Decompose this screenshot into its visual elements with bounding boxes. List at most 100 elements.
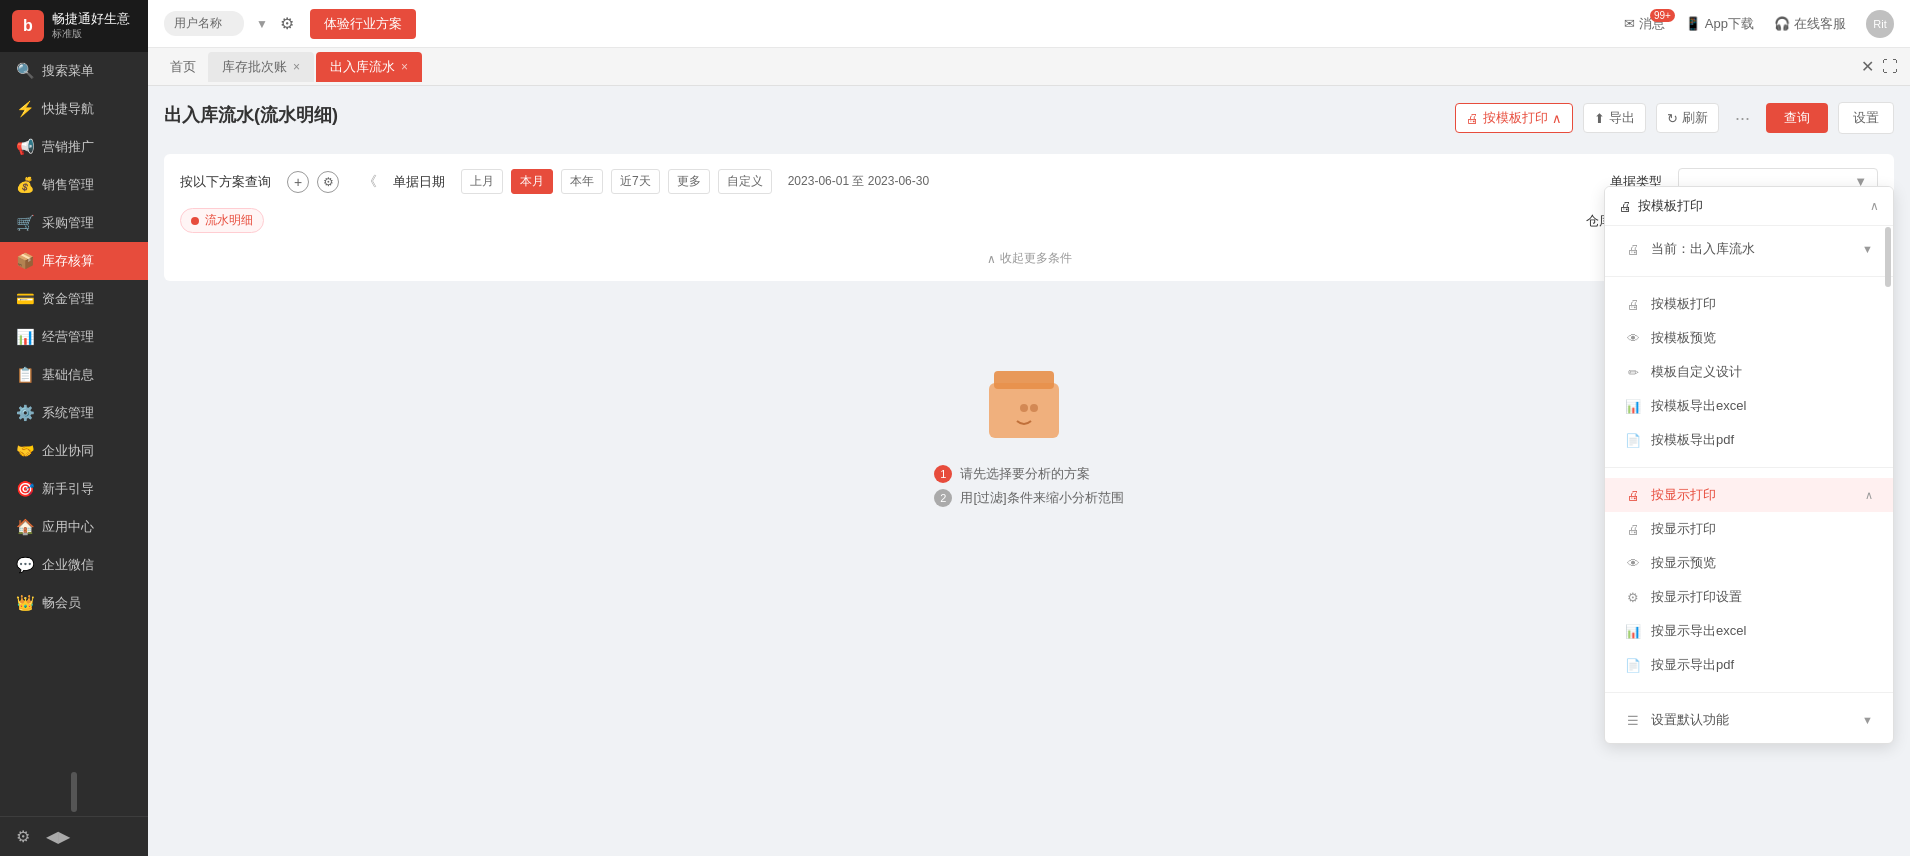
online-service-btn[interactable]: 🎧 在线客服: [1774, 15, 1846, 33]
dp-divider-2: [1605, 467, 1893, 468]
dp-display-arrow: ∧: [1865, 489, 1873, 502]
marketing-icon: 📢: [16, 138, 34, 156]
dp-template-pdf[interactable]: 📄 按模板导出pdf: [1605, 423, 1893, 457]
sidebar-item-apps[interactable]: 🏠应用中心: [0, 508, 148, 546]
sidebar: b 畅捷通好生意 标准版 🔍搜索菜单⚡快捷导航📢营销推广💰销售管理🛒采购管理📦库…: [0, 0, 148, 856]
dp-display-print[interactable]: 🖨 按显示打印: [1605, 512, 1893, 546]
dp-scrollbar[interactable]: [1885, 227, 1891, 287]
dp-set-default[interactable]: ☰ 设置默认功能 ▼: [1605, 703, 1893, 737]
empty-steps: 1 请先选择要分析的方案 2 用[过滤]条件来缩小分析范围: [934, 465, 1123, 507]
date-custom[interactable]: 自定义: [718, 169, 772, 194]
tab-close-btn[interactable]: ✕: [1861, 57, 1874, 76]
sidebar-item-wechat[interactable]: 💬企业微信: [0, 546, 148, 584]
tabbar: 首页 库存批次账 × 出入库流水 × ✕ ⛶: [148, 48, 1910, 86]
dp-display-pdf[interactable]: 📄 按显示导出pdf: [1605, 648, 1893, 682]
date-prev-month[interactable]: 上月: [461, 169, 503, 194]
topbar-settings-icon[interactable]: ⚙: [280, 14, 294, 33]
dp-default-section: ☰ 设置默认功能 ▼: [1605, 697, 1893, 743]
content-area: 出入库流水(流水明细) 🖨 按模板打印 ∧ ⬆ 导出 ↻ 刷新: [148, 86, 1910, 856]
step-2-num: 2: [934, 489, 952, 507]
sidebar-item-search[interactable]: 🔍搜索菜单: [0, 52, 148, 90]
quicknav-icon: ⚡: [16, 100, 34, 118]
filter-settings-btn[interactable]: ⚙: [317, 171, 339, 193]
dp-default-arrow: ▼: [1862, 714, 1873, 726]
avatar[interactable]: Rit: [1866, 10, 1894, 38]
collapse-sidebar-icon[interactable]: ◀▶: [46, 827, 70, 846]
date-current-month[interactable]: 本月: [511, 169, 553, 194]
template-print-btn[interactable]: 🖨 按模板打印 ∧: [1455, 103, 1573, 133]
dp-dpreview-icon: 👁: [1625, 555, 1641, 571]
dp-current-template[interactable]: 🖨 当前：出入库流水 ▼: [1605, 232, 1893, 266]
inventory-icon: 📦: [16, 252, 34, 270]
basic-icon: 📋: [16, 366, 34, 384]
date-more[interactable]: 更多: [668, 169, 710, 194]
message-badge: 99+: [1650, 9, 1675, 22]
sidebar-item-basic[interactable]: 📋基础信息: [0, 356, 148, 394]
query-btn[interactable]: 查询: [1766, 103, 1828, 133]
sidebar-item-member[interactable]: 👑畅会员: [0, 584, 148, 622]
flow-detail-chip[interactable]: 流水明细: [180, 208, 264, 233]
refresh-icon: ↻: [1667, 111, 1678, 126]
sidebar-item-collab[interactable]: 🤝企业协同: [0, 432, 148, 470]
tab-close-flow[interactable]: ×: [401, 60, 408, 74]
collapse-more-btn[interactable]: ∧ 收起更多条件: [987, 250, 1072, 267]
dp-template-custom[interactable]: ✏ 模板自定义设计: [1605, 355, 1893, 389]
svg-point-3: [1030, 404, 1038, 412]
tab-inventory-flow[interactable]: 出入库流水 ×: [316, 52, 422, 82]
main-content: 用户名称 ▼ ⚙ 体验行业方案 ✉ 消息 99+ 📱 App下载 🎧 在线客服 …: [148, 0, 1910, 856]
wechat-icon: 💬: [16, 556, 34, 574]
export-btn[interactable]: ⬆ 导出: [1583, 103, 1646, 133]
refresh-btn[interactable]: ↻ 刷新: [1656, 103, 1719, 133]
tab-inventory-batch[interactable]: 库存批次账 ×: [208, 52, 314, 82]
sidebar-item-system[interactable]: ⚙️系统管理: [0, 394, 148, 432]
dp-display-print-settings[interactable]: ⚙ 按显示打印设置: [1605, 580, 1893, 614]
sidebar-item-newbie[interactable]: 🎯新手引导: [0, 470, 148, 508]
sidebar-item-finance[interactable]: 💳资金管理: [0, 280, 148, 318]
dp-template-preview[interactable]: 👁 按模板预览: [1605, 321, 1893, 355]
dp-template-print[interactable]: 🖨 按模板打印: [1605, 287, 1893, 321]
dp-current-arrow: ▼: [1862, 243, 1873, 255]
dp-collapse-arrow[interactable]: ∧: [1870, 199, 1879, 213]
sidebar-logo: b 畅捷通好生意 标准版: [0, 0, 148, 52]
dp-dpdf-icon: 📄: [1625, 657, 1641, 673]
finance-icon: 💳: [16, 290, 34, 308]
sidebar-item-inventory[interactable]: 📦库存核算: [0, 242, 148, 280]
app-download-btn[interactable]: 📱 App下载: [1685, 15, 1754, 33]
dp-display-section: 🖨 按显示打印 ∧ 🖨 按显示打印 👁 按显示预览 ⚙ 按显示打印设置: [1605, 472, 1893, 688]
sidebar-item-purchase[interactable]: 🛒采购管理: [0, 204, 148, 242]
date-label: 单据日期: [393, 173, 445, 191]
page-content: 出入库流水(流水明细) 🖨 按模板打印 ∧ ⬆ 导出 ↻ 刷新: [148, 86, 1910, 856]
collapse-arrow-icon: ∧: [987, 252, 996, 266]
tab-home[interactable]: 首页: [160, 52, 206, 82]
user-dropdown-arrow[interactable]: ▼: [256, 17, 268, 31]
date-current-year[interactable]: 本年: [561, 169, 603, 194]
dp-tprint-icon: 🖨: [1625, 296, 1641, 312]
sidebar-item-sales[interactable]: 💰销售管理: [0, 166, 148, 204]
sales-icon: 💰: [16, 176, 34, 194]
sidebar-item-quicknav[interactable]: ⚡快捷导航: [0, 90, 148, 128]
settings-icon[interactable]: ⚙: [16, 827, 30, 846]
filter-add-btn[interactable]: +: [287, 171, 309, 193]
tab-close-batch[interactable]: ×: [293, 60, 300, 74]
tab-expand-btn[interactable]: ⛶: [1882, 57, 1898, 76]
sidebar-item-marketing[interactable]: 📢营销推广: [0, 128, 148, 166]
more-options-btn[interactable]: ···: [1729, 108, 1756, 129]
dp-template-section: 🖨 按模板打印 👁 按模板预览 ✏ 模板自定义设计 📊 按模板导出excel: [1605, 281, 1893, 463]
app-name: 畅捷通好生意: [52, 11, 130, 28]
dp-divider-1: [1605, 276, 1893, 277]
dp-display-preview[interactable]: 👁 按显示预览: [1605, 546, 1893, 580]
date-last-7days[interactable]: 近7天: [611, 169, 660, 194]
settings-btn[interactable]: 设置: [1838, 102, 1894, 134]
svg-point-2: [1020, 404, 1028, 412]
dp-dexcel-icon: 📊: [1625, 623, 1641, 639]
dp-tpreview-icon: 👁: [1625, 330, 1641, 346]
search-icon: 🔍: [16, 62, 34, 80]
trial-btn[interactable]: 体验行业方案: [310, 9, 416, 39]
sidebar-item-operations[interactable]: 📊经营管理: [0, 318, 148, 356]
message-btn[interactable]: ✉ 消息 99+: [1624, 15, 1665, 33]
dp-display-excel[interactable]: 📊 按显示导出excel: [1605, 614, 1893, 648]
filter-collapse-btn[interactable]: 《: [363, 173, 377, 191]
dp-template-excel[interactable]: 📊 按模板导出excel: [1605, 389, 1893, 423]
date-filter: 上月 本月 本年 近7天 更多 自定义: [461, 169, 772, 194]
user-selector[interactable]: 用户名称: [164, 11, 244, 36]
